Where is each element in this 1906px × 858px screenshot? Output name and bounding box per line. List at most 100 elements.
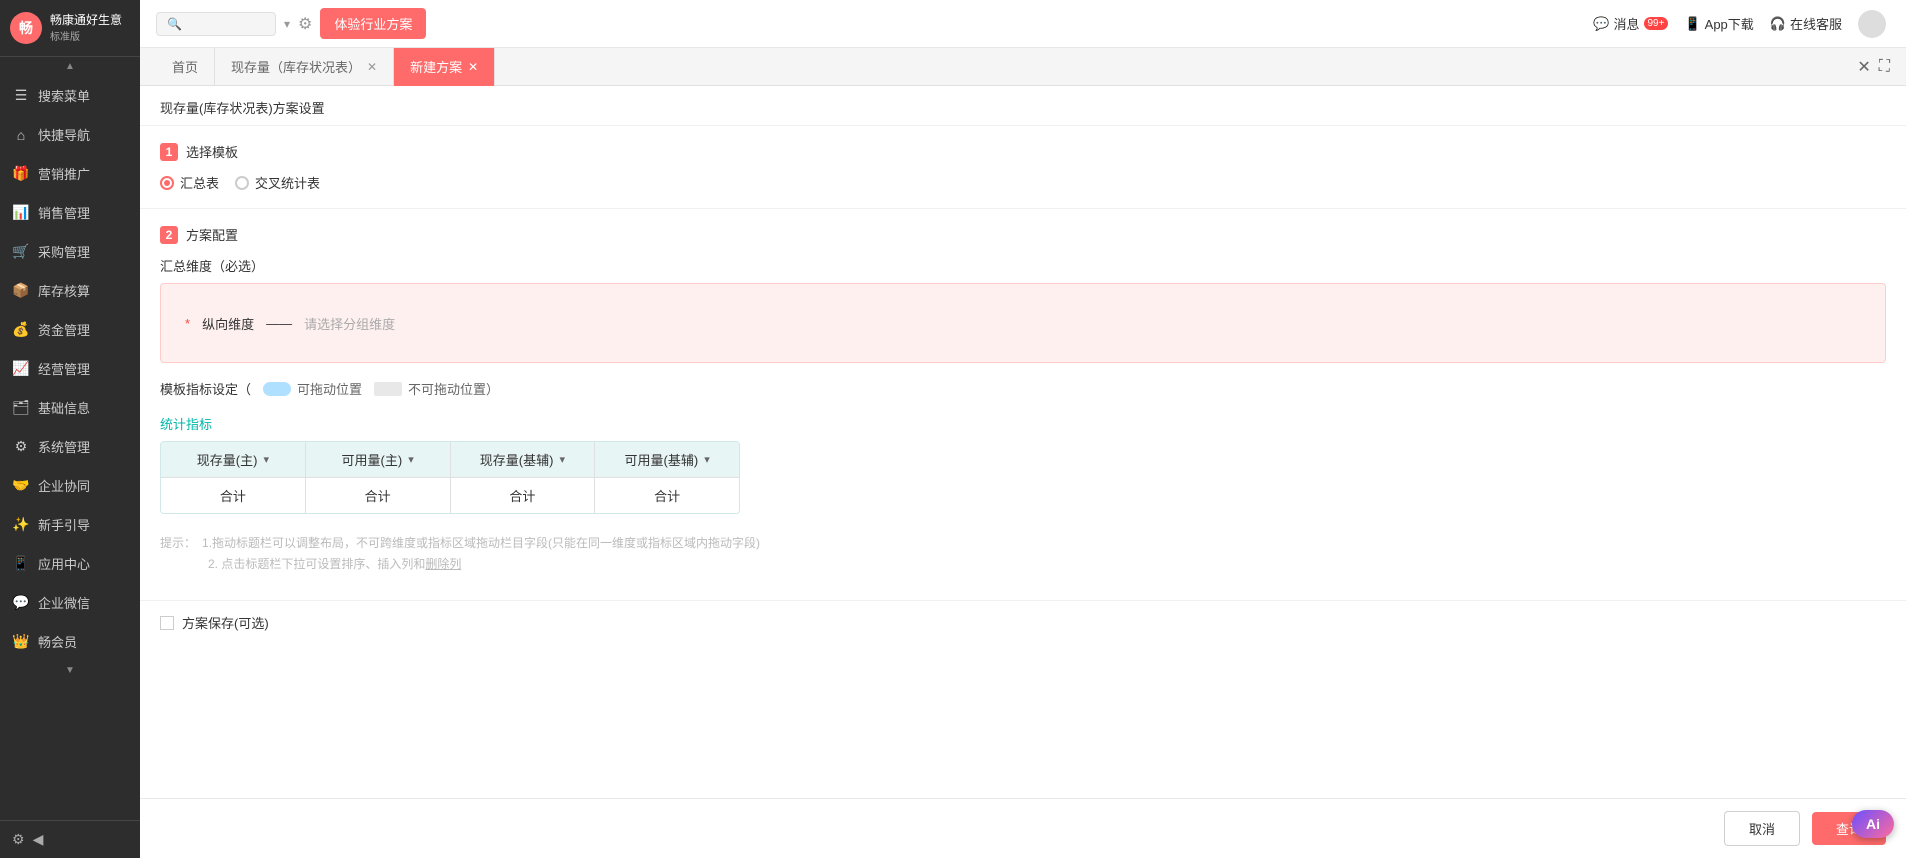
tab-bar-right: ✕ ⛶ bbox=[1857, 57, 1890, 77]
cooperation-icon: 🤝 bbox=[12, 477, 30, 495]
tab-inventory-close[interactable]: ✕ bbox=[367, 60, 377, 74]
content-area: 现存量(库存状况表)方案设置 1 选择模板 汇总表 交叉统计表 2 bbox=[140, 86, 1906, 798]
dimension-box[interactable]: * 纵向维度 —— 请选择分组维度 bbox=[160, 283, 1886, 363]
step2-label: 方案配置 bbox=[186, 225, 238, 244]
stats-data-row: 合计 合计 合计 合计 bbox=[161, 477, 739, 513]
sidebar-item-label: 经营管理 bbox=[38, 359, 90, 378]
template-summary-option[interactable]: 汇总表 bbox=[160, 173, 219, 192]
stats-col-3-header[interactable]: 现存量(基辅) ▾ bbox=[451, 442, 596, 477]
template-cross-option[interactable]: 交叉统计表 bbox=[235, 173, 320, 192]
sidebar-item-marketing[interactable]: 🎁 营销推广 bbox=[0, 154, 140, 193]
tab-new-plan[interactable]: 新建方案 ✕ bbox=[394, 48, 495, 86]
system-icon: ⚙ bbox=[12, 438, 30, 456]
stats-col-1-header[interactable]: 现存量(主) ▾ bbox=[161, 442, 306, 477]
topbar: 🔍 ▾ ⚙ 体验行业方案 💬 消息 99+ 📱 App下载 🎧 在线客服 bbox=[140, 0, 1906, 48]
app-download-label: App下载 bbox=[1705, 14, 1754, 33]
finance-icon: 💰 bbox=[12, 321, 30, 339]
tab-bar-close-button[interactable]: ✕ bbox=[1857, 57, 1870, 77]
drag-color-swatch bbox=[263, 382, 291, 396]
sidebar-scroll-down[interactable]: ▼ bbox=[0, 661, 140, 680]
sidebar-item-label: 企业微信 bbox=[38, 593, 90, 612]
step1-section: 1 选择模板 汇总表 交叉统计表 bbox=[140, 126, 1906, 209]
trial-button[interactable]: 体验行业方案 bbox=[320, 8, 426, 39]
summary-radio[interactable] bbox=[160, 176, 174, 190]
user-menu[interactable] bbox=[1858, 10, 1890, 38]
app-icon: 📱 bbox=[1684, 16, 1700, 32]
stats-cell-3: 合计 bbox=[451, 478, 596, 513]
tab-home-label: 首页 bbox=[172, 57, 198, 76]
tab-bar-expand-button[interactable]: ⛶ bbox=[1879, 58, 1890, 76]
sidebar-scroll-up[interactable]: ▲ bbox=[0, 57, 140, 76]
topbar-search-box[interactable]: 🔍 bbox=[156, 12, 276, 36]
sidebar-item-sales[interactable]: 📊 销售管理 bbox=[0, 193, 140, 232]
sidebar-item-label: 搜索菜单 bbox=[38, 86, 90, 105]
sidebar-item-system[interactable]: ⚙ 系统管理 bbox=[0, 427, 140, 466]
sidebar-footer: ⚙ ◀ bbox=[0, 820, 140, 858]
sidebar-item-finance[interactable]: 💰 资金管理 bbox=[0, 310, 140, 349]
step2-title: 2 方案配置 bbox=[160, 225, 1886, 244]
cross-label: 交叉统计表 bbox=[255, 173, 320, 192]
app-download-button[interactable]: 📱 App下载 bbox=[1684, 14, 1753, 33]
sidebar-item-label: 应用中心 bbox=[38, 554, 90, 573]
inventory-icon: 📦 bbox=[12, 282, 30, 300]
sidebar-item-inventory[interactable]: 📦 库存核算 bbox=[0, 271, 140, 310]
message-badge: 99+ bbox=[1644, 17, 1669, 30]
stats-col-2-header[interactable]: 可用量(主) ▾ bbox=[306, 442, 451, 477]
user-avatar bbox=[1858, 10, 1886, 38]
app-name: 畅康通好生意 bbox=[50, 13, 122, 29]
tab-home[interactable]: 首页 bbox=[156, 48, 215, 86]
purchase-icon: 🛒 bbox=[12, 243, 30, 261]
sidebar-logo: 畅 畅康通好生意 标准版 bbox=[0, 0, 140, 57]
settings-icon[interactable]: ⚙ bbox=[12, 831, 25, 848]
cancel-button[interactable]: 取消 bbox=[1724, 811, 1800, 846]
sidebar-item-label: 系统管理 bbox=[38, 437, 90, 456]
sidebar-item-label: 采购管理 bbox=[38, 242, 90, 261]
tab-inventory[interactable]: 现存量（库存状况表） ✕ bbox=[215, 48, 394, 86]
collapse-icon[interactable]: ◀ bbox=[33, 831, 44, 848]
stats-header-row: 现存量(主) ▾ 可用量(主) ▾ 现存量(基辅) ▾ bbox=[161, 442, 739, 477]
topbar-gear-icon[interactable]: ⚙ bbox=[298, 14, 312, 34]
membership-icon: 👑 bbox=[12, 633, 30, 651]
sidebar-item-business[interactable]: 📈 经营管理 bbox=[0, 349, 140, 388]
business-icon: 📈 bbox=[12, 360, 30, 378]
app-edition: 标准版 bbox=[50, 28, 122, 43]
step2-section: 2 方案配置 汇总维度（必选） * 纵向维度 —— 请选择分组维度 模板指标设定… bbox=[140, 209, 1906, 601]
sidebar-item-label: 营销推广 bbox=[38, 164, 90, 183]
sidebar-item-basic-info[interactable]: 🗂 基础信息 bbox=[0, 388, 140, 427]
sidebar-item-cooperation[interactable]: 🤝 企业协同 bbox=[0, 466, 140, 505]
search-menu-icon: ☰ bbox=[12, 87, 30, 105]
save-checkbox[interactable] bbox=[160, 616, 174, 630]
sidebar-item-new-guide[interactable]: ✨ 新手引导 bbox=[0, 505, 140, 544]
sidebar-item-app-center[interactable]: 📱 应用中心 bbox=[0, 544, 140, 583]
drag-indicator: 可拖动位置 bbox=[263, 379, 362, 398]
marketing-icon: 🎁 bbox=[12, 165, 30, 183]
indicator-section: 模板指标设定（ 可拖动位置 不可拖动位置） 统计指标 bbox=[160, 379, 1886, 584]
message-button[interactable]: 💬 消息 99+ bbox=[1593, 14, 1668, 33]
nodrag-color-swatch bbox=[374, 382, 402, 396]
quick-nav-icon: ⌂ bbox=[12, 126, 30, 144]
sidebar-item-membership[interactable]: 👑 畅会员 bbox=[0, 622, 140, 661]
stats-col-4-chevron[interactable]: ▾ bbox=[704, 453, 710, 466]
template-radio-group: 汇总表 交叉统计表 bbox=[160, 173, 1886, 192]
stats-col-2-chevron[interactable]: ▾ bbox=[408, 453, 414, 466]
sidebar-item-wechat[interactable]: 💬 企业微信 bbox=[0, 583, 140, 622]
ai-badge[interactable]: Ai bbox=[1852, 810, 1894, 838]
online-service-button[interactable]: 🎧 在线客服 bbox=[1770, 14, 1842, 33]
topbar-chevron-icon[interactable]: ▾ bbox=[284, 17, 290, 31]
footer: 取消 查询 bbox=[140, 798, 1906, 858]
tips-section: 提示： 1.拖动标题栏可以调整布局，不可跨维度或指标区域拖动栏目字段(只能在同一… bbox=[160, 526, 1886, 584]
sidebar-item-label: 库存核算 bbox=[38, 281, 90, 300]
sidebar-item-purchase[interactable]: 🛒 采购管理 bbox=[0, 232, 140, 271]
sidebar-item-search-menu[interactable]: ☰ 搜索菜单 bbox=[0, 76, 140, 115]
headset-icon: 🎧 bbox=[1770, 16, 1786, 32]
stats-col-3-chevron[interactable]: ▾ bbox=[559, 453, 565, 466]
cross-radio[interactable] bbox=[235, 176, 249, 190]
tab-inventory-label: 现存量（库存状况表） bbox=[231, 57, 361, 76]
stats-col-1-chevron[interactable]: ▾ bbox=[263, 453, 269, 466]
tab-new-plan-close[interactable]: ✕ bbox=[468, 60, 478, 74]
stats-col-4-header[interactable]: 可用量(基辅) ▾ bbox=[595, 442, 739, 477]
nodrag-label: 不可拖动位置） bbox=[408, 379, 499, 398]
sales-icon: 📊 bbox=[12, 204, 30, 222]
sidebar-item-quick-nav[interactable]: ⌂ 快捷导航 bbox=[0, 115, 140, 154]
nodrag-indicator: 不可拖动位置） bbox=[374, 379, 499, 398]
